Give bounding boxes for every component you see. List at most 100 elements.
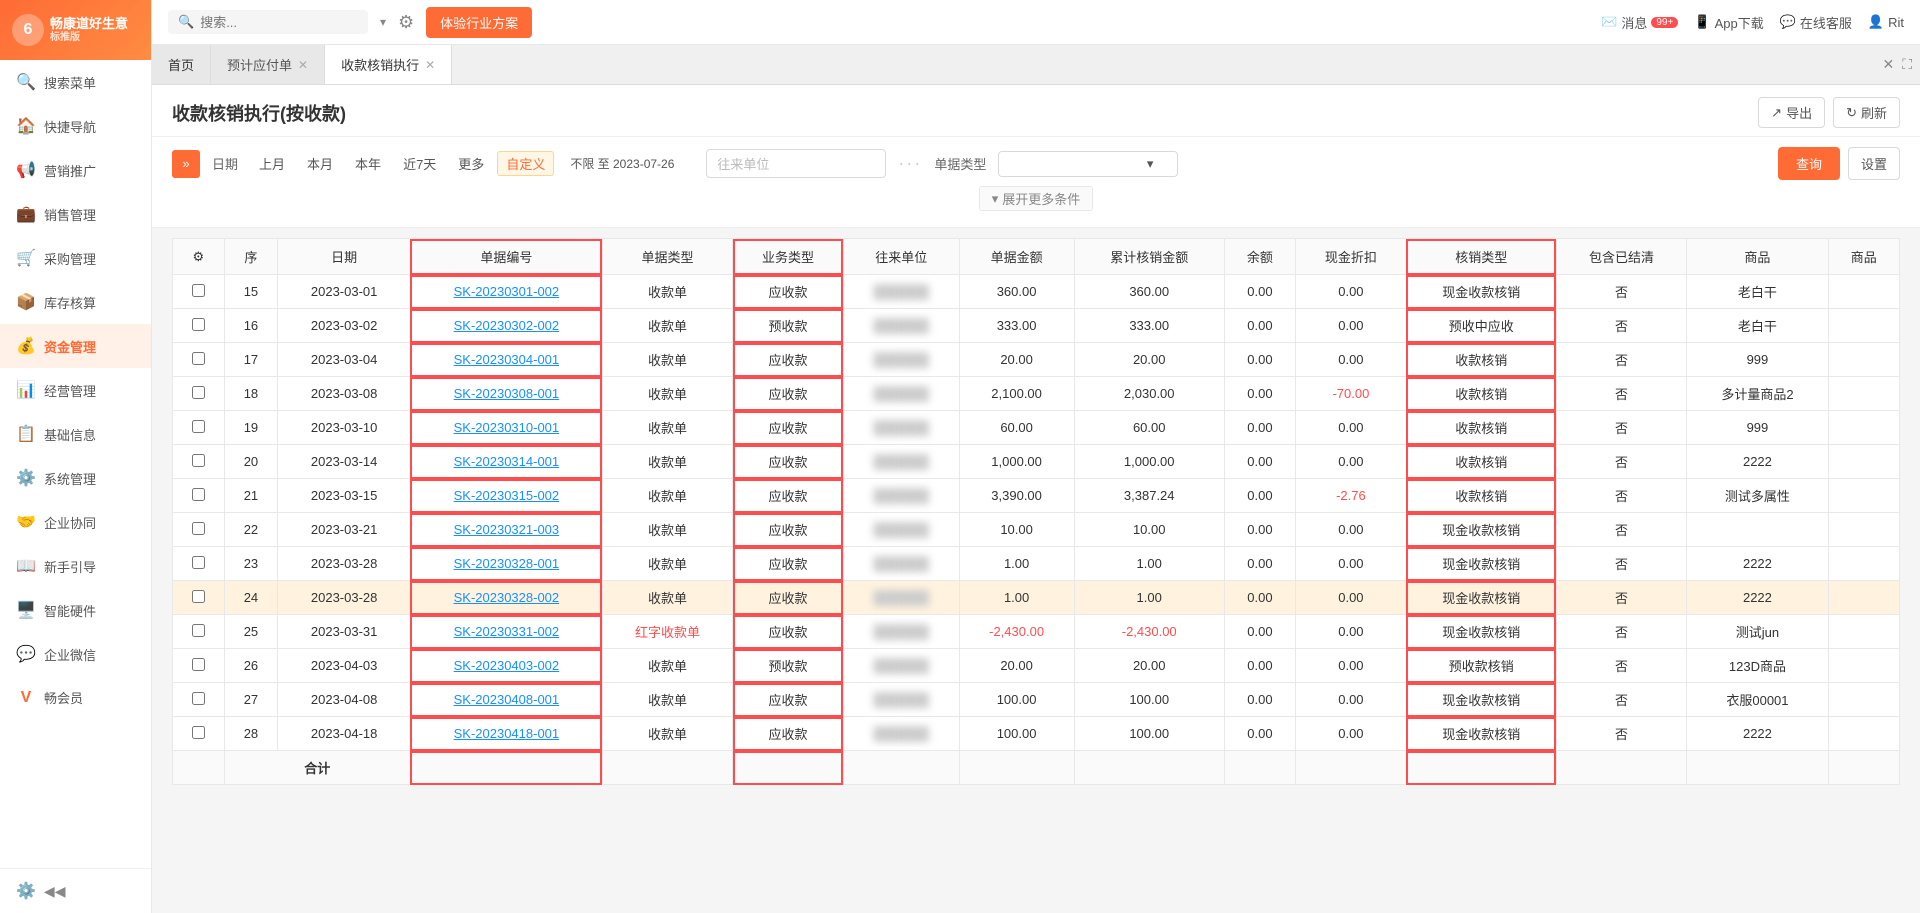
tab-home[interactable]: 首页 <box>152 45 211 84</box>
online-support-button[interactable]: 💬 在线客服 <box>1780 13 1852 32</box>
row-include-settled: 否 <box>1556 377 1686 411</box>
sidebar-item-inventory[interactable]: 📦 库存核算 <box>0 280 151 324</box>
bill-no-link[interactable]: SK-20230302-002 <box>454 318 560 333</box>
bill-type-select[interactable]: ▾ <box>998 151 1178 177</box>
this-year-button[interactable]: 本年 <box>346 151 390 176</box>
row-balance: 0.00 <box>1224 411 1295 445</box>
dropdown-icon[interactable]: ▾ <box>380 15 386 29</box>
table-container[interactable]: ⚙ 序 日期 单据编号 单据类型 业务类型 往来单位 单据金额 累计核销金额 余… <box>152 228 1920 913</box>
sidebar-item-search-menu[interactable]: 🔍 搜索菜单 <box>0 60 151 104</box>
search-input[interactable] <box>200 15 350 30</box>
tab-close-icon[interactable]: ✕ <box>298 58 308 72</box>
row-checkbox[interactable] <box>192 318 205 331</box>
sidebar-item-system[interactable]: ⚙️ 系统管理 <box>0 456 151 500</box>
expand-more-button[interactable]: ▾ 展开更多条件 <box>979 186 1094 211</box>
row-checkbox[interactable] <box>192 488 205 501</box>
row-checkbox[interactable] <box>192 692 205 705</box>
bill-no-link[interactable]: SK-20230418-001 <box>454 726 560 741</box>
row-settings[interactable] <box>173 411 225 445</box>
bill-no-link[interactable]: SK-20230328-001 <box>454 556 560 571</box>
refresh-button[interactable]: ↻ 刷新 <box>1833 97 1900 128</box>
row-checkbox[interactable] <box>192 590 205 603</box>
sidebar-item-purchase[interactable]: 🛒 采购管理 <box>0 236 151 280</box>
row-verify-amount: 10.00 <box>1074 513 1224 547</box>
row-settings[interactable] <box>173 343 225 377</box>
row-settings[interactable] <box>173 377 225 411</box>
row-settings[interactable] <box>173 275 225 309</box>
row-bill-no: SK-20230328-001 <box>410 547 602 581</box>
row-checkbox[interactable] <box>192 556 205 569</box>
sidebar-item-hardware[interactable]: 🖥️ 智能硬件 <box>0 588 151 632</box>
sidebar-item-basic-info[interactable]: 📋 基础信息 <box>0 412 151 456</box>
more-date-button[interactable]: 更多 <box>449 151 493 176</box>
sidebar-item-quick-nav[interactable]: 🏠 快捷导航 <box>0 104 151 148</box>
tab-prepay-list[interactable]: 预计应付单 ✕ <box>211 45 325 84</box>
bill-no-link[interactable]: SK-20230331-002 <box>454 624 560 639</box>
row-checkbox[interactable] <box>192 726 205 739</box>
col-settings[interactable]: ⚙ <box>173 239 225 275</box>
row-settings[interactable] <box>173 615 225 649</box>
bill-no-link[interactable]: SK-20230328-002 <box>454 590 560 605</box>
settings-button[interactable]: 设置 <box>1848 147 1900 180</box>
tab-receipt-exec[interactable]: 收款核销执行 ✕ <box>325 45 452 84</box>
col-partner: 往来单位 <box>843 239 959 275</box>
filter-expand-button[interactable]: » <box>172 150 200 178</box>
sidebar-item-marketing[interactable]: 📢 营销推广 <box>0 148 151 192</box>
bill-no-link[interactable]: SK-20230314-001 <box>454 454 560 469</box>
bill-no-link[interactable]: SK-20230308-001 <box>454 386 560 401</box>
bill-no-link[interactable]: SK-20230310-001 <box>454 420 560 435</box>
bill-no-link[interactable]: SK-20230321-003 <box>454 522 560 537</box>
more-filters-icon[interactable]: ··· <box>898 153 922 174</box>
row-checkbox[interactable] <box>192 658 205 671</box>
row-checkbox[interactable] <box>192 522 205 535</box>
partner-input[interactable]: 往来单位 <box>706 149 886 178</box>
row-settings[interactable] <box>173 309 225 343</box>
row-settings[interactable] <box>173 683 225 717</box>
row-checkbox[interactable] <box>192 352 205 365</box>
sidebar-item-enterprise[interactable]: 🤝 企业协同 <box>0 500 151 544</box>
last-7days-button[interactable]: 近7天 <box>394 151 445 176</box>
row-checkbox[interactable] <box>192 624 205 637</box>
messages-button[interactable]: ✉️ 消息 99+ <box>1601 13 1678 32</box>
bill-no-link[interactable]: SK-20230301-002 <box>454 284 560 299</box>
close-all-icon[interactable]: ✕ <box>1882 56 1894 73</box>
row-settings[interactable] <box>173 547 225 581</box>
custom-date-button[interactable]: 自定义 <box>497 151 554 176</box>
gear-icon[interactable]: ⚙ <box>398 12 414 33</box>
row-settings[interactable] <box>173 581 225 615</box>
expand-tabs-icon[interactable]: ⛶ <box>1902 56 1912 73</box>
sidebar-item-sales[interactable]: 💼 销售管理 <box>0 192 151 236</box>
app-download-button[interactable]: 📱 App下载 <box>1694 13 1763 32</box>
export-button[interactable]: ↗ 导出 <box>1758 97 1825 128</box>
collapse-icon[interactable]: ◀◀ <box>44 883 66 900</box>
query-button[interactable]: 查询 <box>1778 147 1840 180</box>
sidebar-item-guide[interactable]: 📖 新手引导 <box>0 544 151 588</box>
row-checkbox[interactable] <box>192 420 205 433</box>
sidebar-item-finance[interactable]: 💰 资金管理 <box>0 324 151 368</box>
last-month-button[interactable]: 上月 <box>250 151 294 176</box>
settings-icon[interactable]: ⚙️ <box>16 881 36 901</box>
sidebar-item-operations[interactable]: 📊 经营管理 <box>0 368 151 412</box>
bill-no-link[interactable]: SK-20230403-002 <box>454 658 560 673</box>
user-profile[interactable]: 👤 Rit <box>1868 14 1904 30</box>
tab-close-icon[interactable]: ✕ <box>425 58 435 72</box>
row-checkbox[interactable] <box>192 454 205 467</box>
row-checkbox[interactable] <box>192 386 205 399</box>
row-settings[interactable] <box>173 649 225 683</box>
row-settings[interactable] <box>173 513 225 547</box>
sidebar-item-member[interactable]: V 畅会员 <box>0 676 151 719</box>
bill-no-link[interactable]: SK-20230315-002 <box>454 488 560 503</box>
topbar-search-box[interactable]: 🔍 <box>168 10 368 34</box>
footer-label: 合计 <box>224 751 410 785</box>
row-settings[interactable] <box>173 479 225 513</box>
industry-solution-button[interactable]: 体验行业方案 <box>426 7 532 38</box>
row-settings[interactable] <box>173 717 225 751</box>
row-settings[interactable] <box>173 445 225 479</box>
page-title: 收款核销执行(按收款) <box>172 100 346 126</box>
sidebar-item-wechat[interactable]: 💬 企业微信 <box>0 632 151 676</box>
row-product2 <box>1828 411 1899 445</box>
this-month-button[interactable]: 本月 <box>298 151 342 176</box>
row-checkbox[interactable] <box>192 284 205 297</box>
bill-no-link[interactable]: SK-20230304-001 <box>454 352 560 367</box>
bill-no-link[interactable]: SK-20230408-001 <box>454 692 560 707</box>
